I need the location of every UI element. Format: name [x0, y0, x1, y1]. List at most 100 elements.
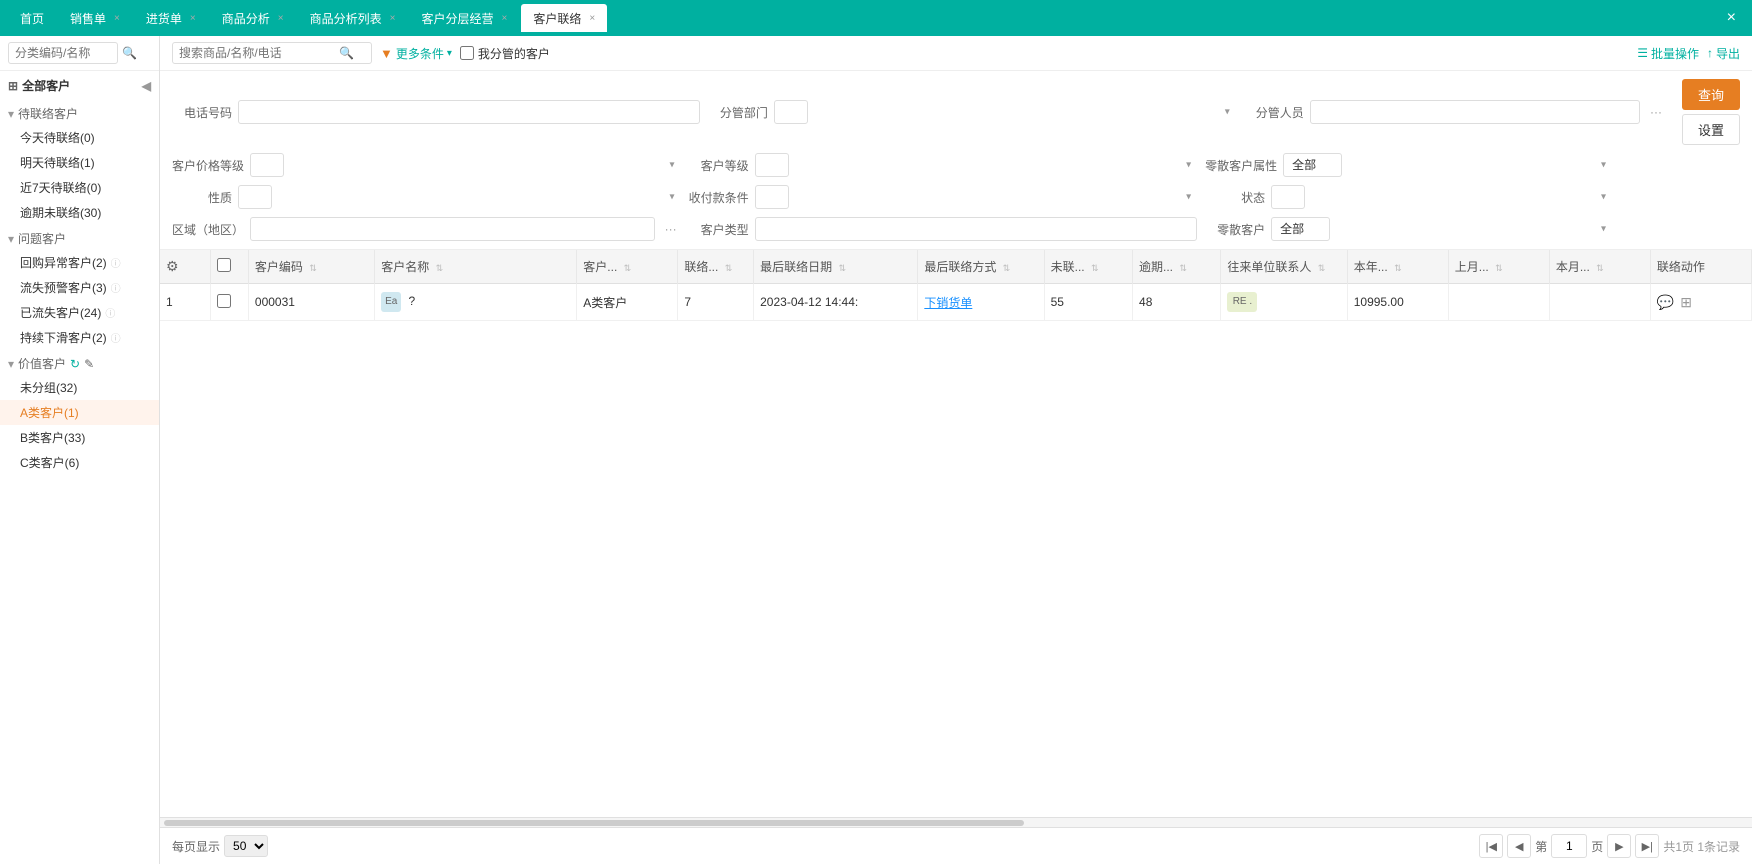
close-customer-tier-icon[interactable]: ×: [501, 13, 507, 24]
chat-icon[interactable]: 💬: [1657, 294, 1674, 311]
my-customers-checkbox[interactable]: [460, 46, 474, 60]
sidebar-search-icon[interactable]: 🔍: [122, 46, 137, 60]
info-icon-2: ⓘ: [111, 280, 121, 295]
col-method-sort[interactable]: ⇅: [1003, 263, 1011, 273]
nav-tab-analysis-list[interactable]: 商品分析列表 ×: [298, 4, 408, 32]
customer-type-field: 客户类型: [689, 217, 1198, 241]
customer-type-input[interactable]: [755, 217, 1198, 241]
sidebar-item-tomorrow[interactable]: 明天待联络(1): [0, 150, 159, 175]
region-dots-button[interactable]: ···: [661, 220, 681, 238]
problem-customer-group[interactable]: ▾ 问题客户: [0, 225, 159, 250]
col-contact-sort[interactable]: ⇅: [725, 263, 733, 273]
sidebar-item-today[interactable]: 今天待联络(0): [0, 125, 159, 150]
settings-button[interactable]: 设置: [1682, 114, 1740, 145]
batch-ops-button[interactable]: ☰ 批量操作: [1637, 45, 1699, 62]
first-page-button[interactable]: |◀: [1479, 834, 1503, 858]
nav-tab-purchase[interactable]: 进货单 ×: [134, 4, 208, 32]
last-page-button[interactable]: ▶|: [1635, 834, 1659, 858]
main-search-input[interactable]: [179, 46, 339, 60]
department-select[interactable]: [774, 100, 808, 124]
retail-attr-select[interactable]: 全部: [1283, 153, 1342, 177]
scrollbar-thumb[interactable]: [164, 820, 1024, 826]
payment-terms-label: 收付款条件: [689, 189, 749, 206]
col-code-sort[interactable]: ⇅: [309, 263, 317, 273]
export-button[interactable]: ↑ 导出: [1707, 45, 1740, 62]
col-contacts-sort[interactable]: ⇅: [1318, 263, 1326, 273]
nature-select[interactable]: [238, 185, 272, 209]
next-page-button[interactable]: ▶: [1607, 834, 1631, 858]
sidebar-item-repurchase-abnormal[interactable]: 回购异常客户(2) ⓘ: [0, 250, 159, 275]
contact-method-link[interactable]: 下销货单: [924, 296, 972, 310]
prev-page-button[interactable]: ◀: [1507, 834, 1531, 858]
nav-tab-customer-tier[interactable]: 客户分层经营 ×: [409, 4, 519, 32]
manager-dots-button[interactable]: ···: [1646, 103, 1666, 121]
window-close-button[interactable]: ×: [1719, 9, 1744, 27]
status-select[interactable]: [1271, 185, 1305, 209]
col-type-label: 客户...: [583, 260, 617, 274]
col-type-sort[interactable]: ⇅: [624, 263, 632, 273]
col-contacts-label: 往来单位联系人: [1227, 260, 1311, 274]
col-name-sort[interactable]: ⇅: [436, 263, 444, 273]
nav-tab-sales[interactable]: 销售单 ×: [58, 4, 132, 32]
phone-input[interactable]: [238, 100, 700, 124]
region-input[interactable]: [250, 217, 655, 241]
sidebar-search-input[interactable]: [8, 42, 118, 64]
query-button[interactable]: 查询: [1682, 79, 1740, 110]
sidebar-item-unclassified[interactable]: 未分组(32): [0, 375, 159, 400]
col-this-month-sort[interactable]: ⇅: [1596, 263, 1604, 273]
close-analysis-list-icon[interactable]: ×: [390, 13, 396, 24]
phone-field: 电话号码: [172, 100, 700, 124]
col-last-month-sort[interactable]: ⇅: [1495, 263, 1503, 273]
all-customers-header[interactable]: ⊞ 全部客户 ◀: [0, 71, 159, 100]
col-date-sort[interactable]: ⇅: [838, 263, 846, 273]
sidebar-item-7days[interactable]: 近7天待联络(0): [0, 175, 159, 200]
col-this-year-sort[interactable]: ⇅: [1394, 263, 1402, 273]
sidebar-item-churn-warning[interactable]: 流失预警客户(3) ⓘ: [0, 275, 159, 300]
row-checkbox[interactable]: [217, 294, 231, 308]
retail-customer-select[interactable]: 全部: [1271, 217, 1330, 241]
sidebar-item-b-class[interactable]: B类客户(33): [0, 425, 159, 450]
sidebar-item-overdue[interactable]: 逾期未联络(30): [0, 200, 159, 225]
sidebar-item-a-class[interactable]: A类客户(1): [0, 400, 159, 425]
more-conditions-button[interactable]: ▼ 更多条件 ▾: [380, 45, 452, 62]
nature-label: 性质: [172, 189, 232, 206]
close-analysis-icon[interactable]: ×: [278, 13, 284, 24]
nav-tab-customer-contact[interactable]: 客户联络 ×: [521, 4, 607, 32]
row-last-month: [1448, 284, 1549, 321]
close-customer-contact-icon[interactable]: ×: [589, 13, 595, 24]
department-field: 分管部门: [708, 100, 1236, 124]
col-overdue-sort[interactable]: ⇅: [1179, 263, 1187, 273]
edit-icon[interactable]: ✎: [84, 357, 94, 371]
close-purchase-icon[interactable]: ×: [190, 13, 196, 24]
refresh-icon[interactable]: ↻: [70, 357, 80, 371]
sidebar-item-c-class[interactable]: C类客户(6): [0, 450, 159, 475]
main-search-icon[interactable]: 🔍: [339, 46, 354, 60]
sidebar-item-churned[interactable]: 已流失客户(24) ⓘ: [0, 300, 159, 325]
horizontal-scrollbar[interactable]: [160, 817, 1752, 827]
phone-label: 电话号码: [172, 104, 232, 121]
per-page-select[interactable]: 50: [224, 835, 268, 857]
nav-tab-home[interactable]: 首页: [8, 4, 56, 32]
value-customer-group[interactable]: ▾ 价值客户 ↻ ✎: [0, 350, 159, 375]
customer-tier-label: 客户分层经营: [421, 10, 493, 27]
manager-input[interactable]: [1310, 100, 1640, 124]
col-uncontacted-sort[interactable]: ⇅: [1091, 263, 1099, 273]
col-last-month-label: 上月...: [1455, 260, 1489, 274]
sidebar-item-declining[interactable]: 持续下滑客户(2) ⓘ: [0, 325, 159, 350]
select-all-checkbox[interactable]: [217, 258, 231, 272]
col-customer-code: 客户编码 ⇅: [248, 250, 374, 284]
today-label: 今天待联络(0): [20, 129, 95, 146]
customer-type-label: 客户类型: [689, 221, 749, 238]
customer-level-select[interactable]: [755, 153, 789, 177]
table-settings-icon[interactable]: ⚙: [166, 258, 179, 274]
page-number-input[interactable]: [1551, 834, 1587, 858]
retail-customer-label: 零散客户: [1205, 221, 1265, 238]
close-sales-icon[interactable]: ×: [114, 13, 120, 24]
nav-tab-analysis[interactable]: 商品分析 ×: [210, 4, 296, 32]
my-customers-checkbox-area[interactable]: 我分管的客户: [460, 45, 550, 62]
payment-terms-select[interactable]: [755, 185, 789, 209]
more-action-icon[interactable]: ⊞: [1680, 294, 1692, 311]
main-layout: 🔍 ⊞ 全部客户 ◀ ▾ 待联络客户 今天待联络(0) 明天待联络(1) 近7天…: [0, 36, 1752, 864]
pending-contact-group[interactable]: ▾ 待联络客户: [0, 100, 159, 125]
price-level-select[interactable]: [250, 153, 284, 177]
